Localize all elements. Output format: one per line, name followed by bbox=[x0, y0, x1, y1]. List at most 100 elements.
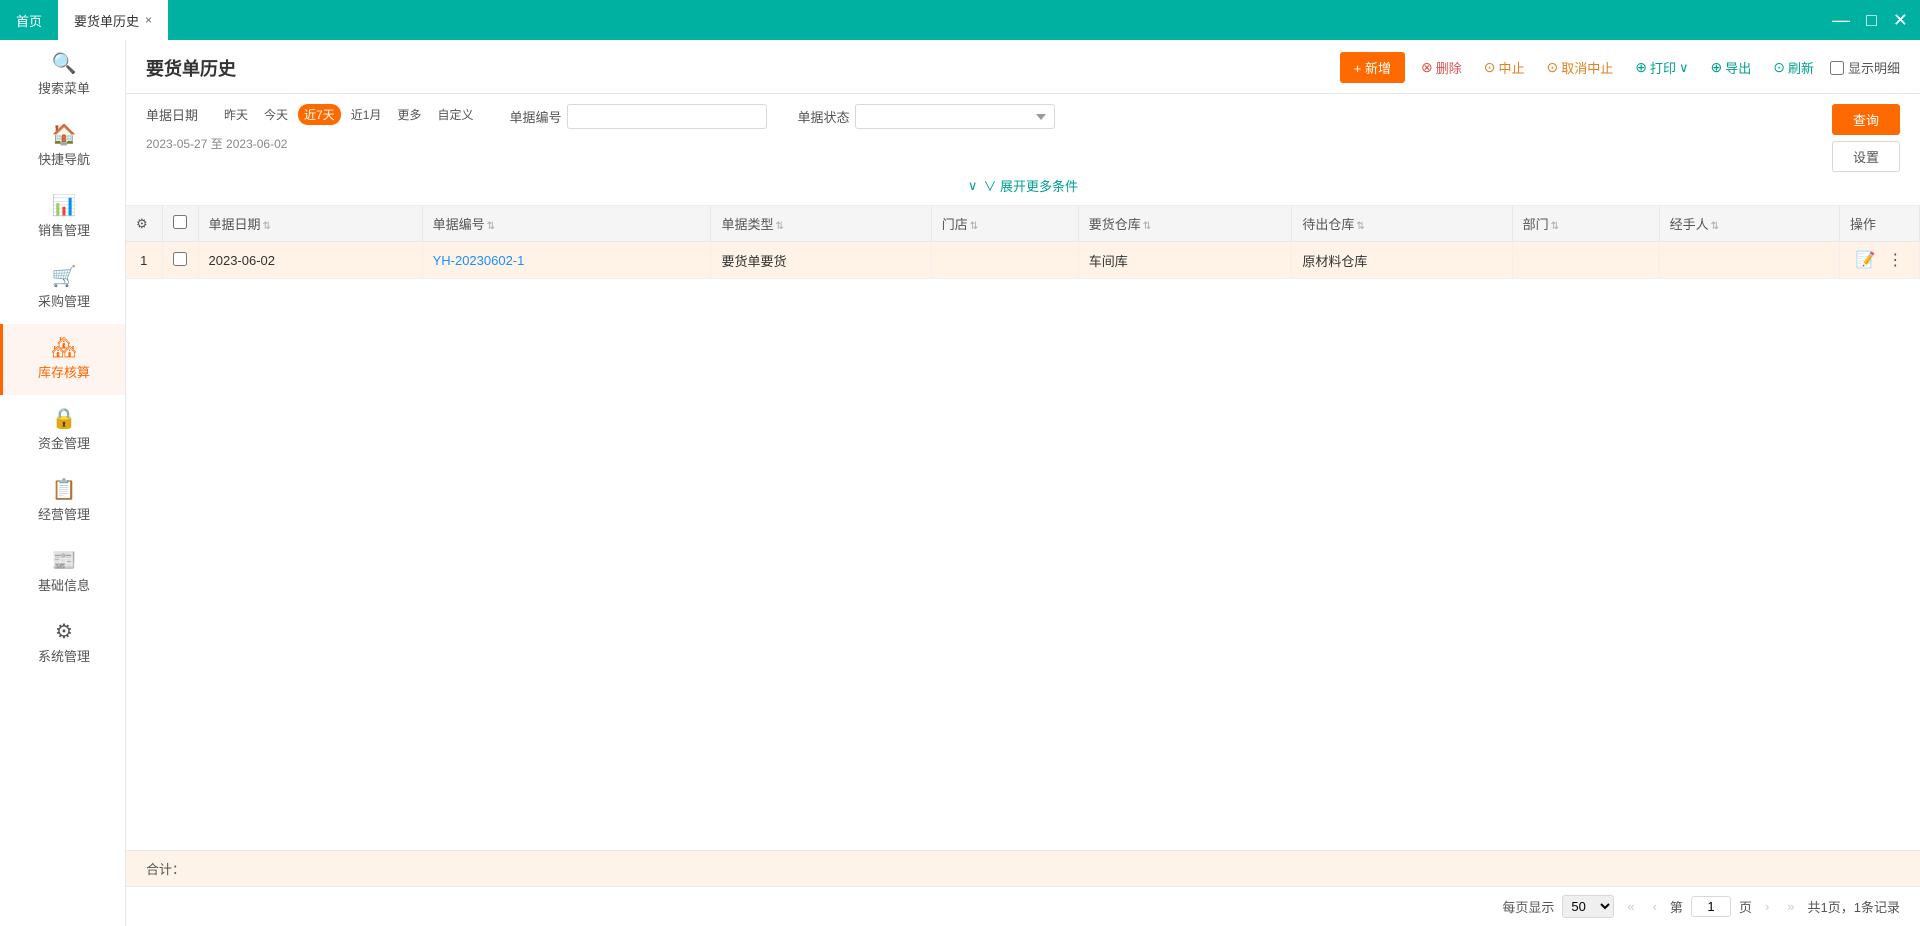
basic-info-icon: 📰 bbox=[52, 551, 77, 571]
shortcut-1month[interactable]: 近1月 bbox=[345, 104, 388, 125]
row-more-icon[interactable]: ⋮ bbox=[1883, 250, 1907, 271]
col-doc-type[interactable]: 单据类型⇅ bbox=[711, 206, 931, 242]
cancel-stop-button[interactable]: ⊙ 取消中止 bbox=[1540, 54, 1619, 81]
print-button[interactable]: ⊕ 打印 ∨ bbox=[1629, 54, 1694, 81]
refresh-icon: ⊙ bbox=[1773, 59, 1785, 76]
last-page-button[interactable]: » bbox=[1782, 897, 1799, 916]
shortcut-today[interactable]: 今天 bbox=[258, 104, 294, 125]
display-detail-toggle[interactable]: 显示明细 bbox=[1830, 58, 1900, 77]
col-handler[interactable]: 经手人⇅ bbox=[1659, 206, 1839, 242]
shortcut-yesterday[interactable]: 昨天 bbox=[218, 104, 254, 125]
sort-doc-date-icon: ⇅ bbox=[263, 221, 271, 232]
table-body: 1 2023-06-02 YH-20230602-1 要货单要货 车间库 原材料… bbox=[126, 242, 1920, 279]
page-header: 要货单历史 + 新增 ⊗ 删除 ⊙ 中止 ⊙ 取消中止 bbox=[126, 40, 1920, 94]
date-range-text: 2023-05-27 至 2023-06-02 bbox=[146, 135, 479, 152]
shortcut-more[interactable]: 更多 bbox=[391, 104, 427, 125]
stop-icon: ⊙ bbox=[1484, 59, 1496, 76]
table-header: ⚙ 单据日期⇅ 单据编号⇅ 单据类型⇅ bbox=[126, 206, 1920, 242]
row-edit-icon[interactable]: 📝 bbox=[1852, 250, 1880, 271]
top-bar-tabs: 首页 要货单历史 × bbox=[0, 0, 168, 40]
sidebar-item-search-menu[interactable]: 🔍 搜索菜单 bbox=[0, 40, 125, 111]
table-area: ⚙ 单据日期⇅ 单据编号⇅ 单据类型⇅ bbox=[126, 206, 1920, 850]
sidebar-item-quick-nav[interactable]: 🏠 快捷导航 bbox=[0, 111, 125, 182]
select-all-checkbox[interactable] bbox=[173, 215, 187, 229]
col-store[interactable]: 门店⇅ bbox=[931, 206, 1078, 242]
system-mgmt-icon: ⚙ bbox=[55, 622, 73, 642]
sidebar-item-inventory[interactable]: 🏘 库存核算 bbox=[0, 324, 125, 395]
export-button[interactable]: ⊕ 导出 bbox=[1704, 54, 1757, 81]
col-req-warehouse[interactable]: 要货仓库⇅ bbox=[1078, 206, 1292, 242]
refresh-button[interactable]: ⊙ 刷新 bbox=[1767, 54, 1820, 81]
doc-no-label: 单据编号 bbox=[509, 107, 561, 126]
col-settings[interactable]: ⚙ bbox=[126, 206, 162, 242]
expand-more-button[interactable]: ∨ ∨ 展开更多条件 bbox=[968, 176, 1078, 195]
tab-home[interactable]: 首页 bbox=[0, 0, 58, 40]
col-pending-warehouse[interactable]: 待出仓库⇅ bbox=[1292, 206, 1512, 242]
tab-requisition-history[interactable]: 要货单历史 × bbox=[58, 0, 168, 40]
sidebar-item-operation-mgmt[interactable]: 📋 经营管理 bbox=[0, 466, 125, 537]
search-menu-icon: 🔍 bbox=[52, 54, 77, 74]
col-doc-no[interactable]: 单据编号⇅ bbox=[422, 206, 711, 242]
data-table: ⚙ 单据日期⇅ 单据编号⇅ 单据类型⇅ bbox=[126, 206, 1920, 279]
stop-button[interactable]: ⊙ 中止 bbox=[1478, 54, 1531, 81]
sidebar-item-finance-mgmt[interactable]: 🔒 资金管理 bbox=[0, 395, 125, 466]
delete-button[interactable]: ⊗ 删除 bbox=[1415, 54, 1468, 81]
col-action: 操作 bbox=[1840, 206, 1920, 242]
row-settings: 1 bbox=[126, 242, 162, 279]
filter-group-docstatus: 单据状态 bbox=[797, 104, 1055, 129]
sort-req-warehouse-icon: ⇅ bbox=[1143, 221, 1151, 232]
total-label: 共1页，1条记录 bbox=[1808, 897, 1900, 916]
display-detail-checkbox[interactable] bbox=[1830, 61, 1844, 75]
minimize-icon[interactable]: — bbox=[1832, 10, 1850, 31]
cell-handler bbox=[1659, 242, 1839, 279]
first-page-button[interactable]: « bbox=[1622, 897, 1639, 916]
top-bar-right: — □ ✕ bbox=[1832, 10, 1920, 31]
table-footer: 合计： bbox=[126, 850, 1920, 886]
col-doc-date[interactable]: 单据日期⇅ bbox=[198, 206, 422, 242]
operation-mgmt-icon: 📋 bbox=[52, 480, 77, 500]
next-page-button[interactable]: › bbox=[1760, 897, 1774, 916]
page-label: 第 bbox=[1670, 897, 1683, 916]
sidebar-item-purchase-mgmt[interactable]: 🛒 采购管理 bbox=[0, 253, 125, 324]
shortcut-custom[interactable]: 自定义 bbox=[431, 104, 479, 125]
filter-group-docno: 单据编号 bbox=[509, 104, 767, 129]
cell-action: 📝 ⋮ bbox=[1840, 242, 1920, 279]
filter-row-date: 单据日期 昨天 今天 近7天 近1月 更多 自定义 bbox=[146, 104, 479, 125]
doc-no-link[interactable]: YH-20230602-1 bbox=[433, 253, 525, 268]
row-checkbox[interactable] bbox=[173, 252, 187, 266]
row-checkbox-cell bbox=[162, 242, 198, 279]
prev-page-button[interactable]: ‹ bbox=[1648, 897, 1662, 916]
quick-nav-icon: 🏠 bbox=[52, 125, 77, 145]
pagination-bar: 每页显示 50 10 20 100 « ‹ 第 页 › » 共1页，1条记录 bbox=[126, 886, 1920, 926]
maximize-icon[interactable]: □ bbox=[1866, 10, 1877, 31]
tab-close-icon[interactable]: × bbox=[145, 13, 152, 27]
doc-status-select[interactable] bbox=[855, 104, 1055, 129]
page-num-input[interactable] bbox=[1691, 896, 1731, 917]
sort-pending-warehouse-icon: ⇅ bbox=[1356, 221, 1364, 232]
doc-no-input[interactable] bbox=[567, 104, 767, 129]
sidebar-item-basic-info[interactable]: 📰 基础信息 bbox=[0, 537, 125, 608]
table-row: 1 2023-06-02 YH-20230602-1 要货单要货 车间库 原材料… bbox=[126, 242, 1920, 279]
cancel-stop-icon: ⊙ bbox=[1546, 59, 1558, 76]
query-button[interactable]: 查询 bbox=[1832, 104, 1900, 135]
sidebar-item-system-mgmt[interactable]: ⚙ 系统管理 bbox=[0, 608, 125, 679]
filter-area: 单据日期 昨天 今天 近7天 近1月 更多 自定义 2023-05-27 至 2… bbox=[126, 94, 1920, 206]
cell-doc-date: 2023-06-02 bbox=[198, 242, 422, 279]
cell-doc-no: YH-20230602-1 bbox=[422, 242, 711, 279]
content-area: 要货单历史 + 新增 ⊗ 删除 ⊙ 中止 ⊙ 取消中止 bbox=[126, 40, 1920, 926]
sort-handler-icon: ⇅ bbox=[1711, 221, 1719, 232]
print-icon: ⊕ bbox=[1635, 59, 1647, 76]
shortcut-7days[interactable]: 近7天 bbox=[298, 104, 341, 125]
settings-button[interactable]: 设置 bbox=[1832, 141, 1900, 172]
cell-store bbox=[931, 242, 1078, 279]
page-title: 要货单历史 bbox=[146, 55, 236, 81]
per-page-select[interactable]: 50 10 20 100 bbox=[1562, 895, 1614, 918]
filter-action-buttons: 查询 设置 bbox=[1832, 104, 1900, 172]
sidebar-item-sales-mgmt[interactable]: 📊 销售管理 bbox=[0, 182, 125, 253]
cell-doc-type: 要货单要货 bbox=[711, 242, 931, 279]
close-icon[interactable]: ✕ bbox=[1893, 10, 1908, 31]
col-dept[interactable]: 部门⇅ bbox=[1512, 206, 1659, 242]
cell-pending-warehouse: 原材料仓库 bbox=[1292, 242, 1512, 279]
cell-req-warehouse: 车间库 bbox=[1078, 242, 1292, 279]
new-button[interactable]: + 新增 bbox=[1340, 52, 1405, 83]
